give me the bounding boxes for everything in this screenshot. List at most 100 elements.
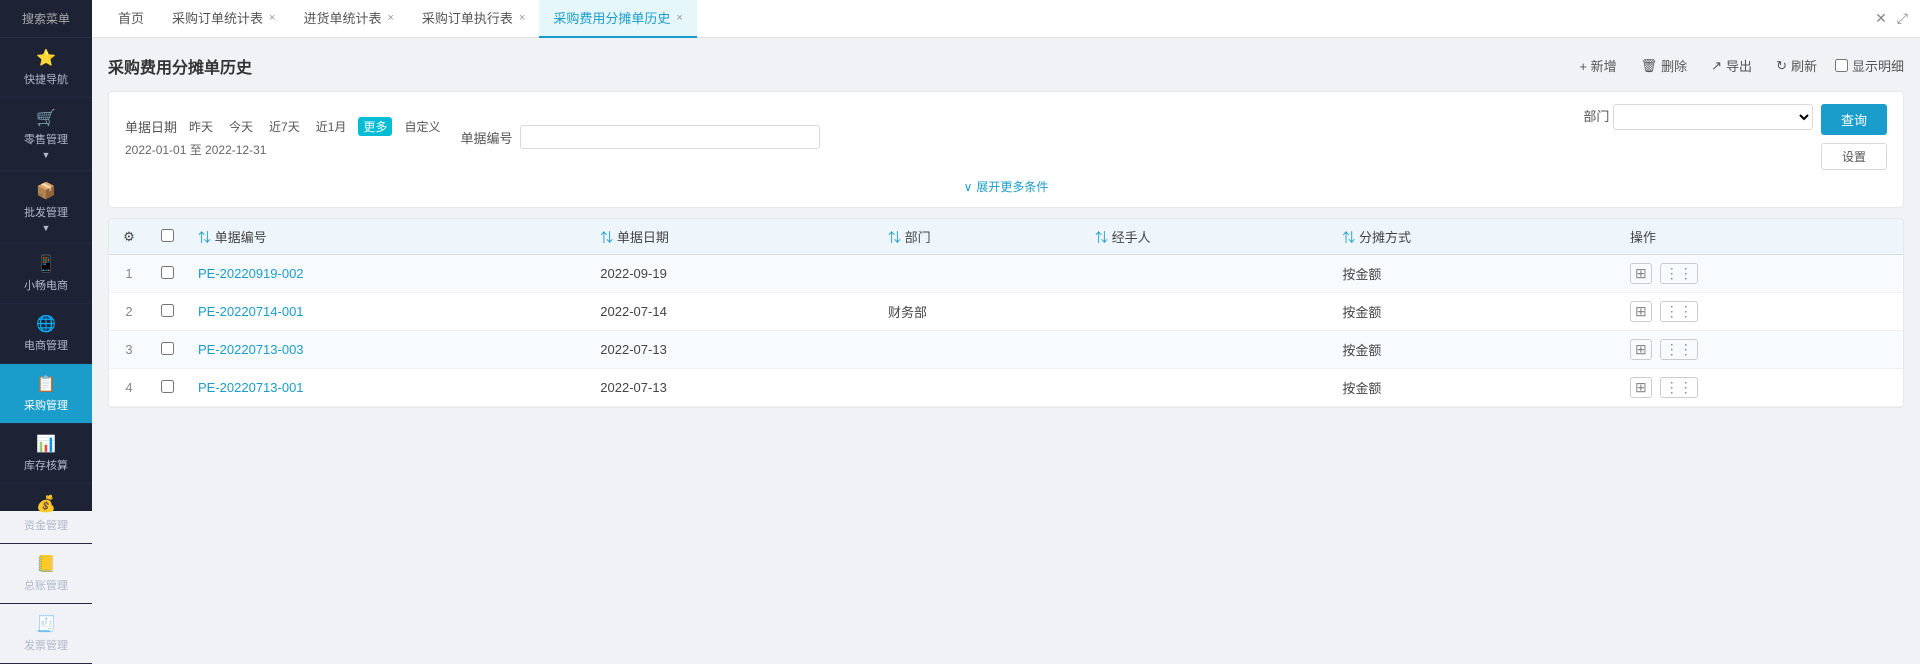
delete-button[interactable]: 🗑 删除: [1635, 52, 1694, 79]
filter-area: 单据日期 昨天 今天 近7天 近1月 更多 自定义 2022-01-01 至 2…: [108, 91, 1904, 208]
export-icon: ↗: [1711, 58, 1722, 74]
chevron-down-icon: ▼: [42, 150, 51, 160]
finance-icon: 💰: [36, 494, 56, 514]
page-header: 采购费用分摊单历史 + 新增 🗑 删除 ↗ 导出 ↻ 刷新 显示明细: [108, 52, 1904, 79]
date-sort-icon: ⇅: [600, 230, 613, 245]
action-icons-group: ⊞ ⋮⋮: [1630, 377, 1891, 398]
dept-label: 部门: [1583, 109, 1609, 124]
row-num: 2: [109, 293, 149, 331]
close-tab-purchase-fee-history[interactable]: ×: [676, 12, 682, 24]
doc-num-link[interactable]: PE-20220919-002: [198, 266, 304, 281]
row-dept: 财务部: [876, 293, 1083, 331]
close-tab-inbound-stats[interactable]: ×: [387, 12, 393, 24]
view-action-icon[interactable]: ⊞: [1630, 339, 1652, 360]
view-action-icon[interactable]: ⊞: [1630, 377, 1652, 398]
refresh-button[interactable]: ↻ 刷新: [1770, 52, 1823, 79]
expand-icon: ∨: [964, 180, 973, 194]
col-select-all: [149, 219, 186, 255]
row-doc-num: PE-20220713-001: [186, 369, 588, 407]
date-opt-7days[interactable]: 近7天: [265, 116, 304, 137]
table-row: 2 PE-20220714-001 2022-07-14 财务部 按金额 ⊞ ⋮…: [109, 293, 1903, 331]
row-checkbox[interactable]: [161, 342, 174, 355]
ecommerce-icon: 🌐: [36, 314, 56, 334]
action-icons-group: ⊞ ⋮⋮: [1630, 263, 1891, 284]
table-row: 4 PE-20220713-001 2022-07-13 按金额 ⊞ ⋮⋮: [109, 369, 1903, 407]
split-sort-icon: ⇅: [1342, 230, 1355, 245]
main-content: 首页 采购订单统计表 × 进货单统计表 × 采购订单执行表 × 采购费用分摊单历…: [92, 0, 1920, 511]
doc-num-link[interactable]: PE-20220714-001: [198, 304, 304, 319]
data-table: ⚙ ⇅ 单据编号 ⇅ 单据日期: [109, 219, 1903, 407]
sidebar-item-ledger[interactable]: 📒 总账管理: [0, 544, 92, 604]
doc-num-sort-icon: ⇅: [198, 230, 211, 245]
doc-num-link[interactable]: PE-20220713-001: [198, 380, 304, 395]
expand-window-icon[interactable]: ⤢: [1897, 10, 1908, 27]
tab-bar-actions: ✕ ⤢: [1875, 10, 1908, 27]
more-action-icon[interactable]: ⋮⋮: [1660, 377, 1698, 398]
more-action-icon[interactable]: ⋮⋮: [1660, 339, 1698, 360]
right-filter-group: 部门 财务部 查询 设置: [1583, 104, 1887, 170]
date-opt-custom[interactable]: 自定义: [400, 116, 444, 137]
sidebar-item-purchase[interactable]: 📋 采购管理: [0, 364, 92, 424]
wholesale-icon: 📦: [36, 181, 56, 201]
sidebar-item-wholesale[interactable]: 📦 批发管理 ▼: [0, 171, 92, 244]
toolbar: + 新增 🗑 删除 ↗ 导出 ↻ 刷新 显示明细: [1573, 52, 1904, 79]
col-split-method: ⇅ 分摊方式: [1330, 219, 1618, 255]
tab-inbound-stats[interactable]: 进货单统计表 ×: [289, 0, 407, 38]
table-row: 3 PE-20220713-003 2022-07-13 按金额 ⊞ ⋮⋮: [109, 331, 1903, 369]
more-action-icon[interactable]: ⋮⋮: [1660, 301, 1698, 322]
view-action-icon[interactable]: ⊞: [1630, 301, 1652, 322]
tab-home[interactable]: 首页: [104, 0, 158, 38]
sidebar-item-ecommerce-small[interactable]: 📱 小畅电商: [0, 244, 92, 304]
date-opt-1month[interactable]: 近1月: [312, 116, 351, 137]
row-handler: [1083, 293, 1330, 331]
row-checkbox[interactable]: [161, 266, 174, 279]
close-tab-purchase-order-exec[interactable]: ×: [519, 12, 525, 24]
sidebar-item-finance[interactable]: 💰 资金管理: [0, 484, 92, 544]
row-checkbox[interactable]: [161, 304, 174, 317]
doc-num-input[interactable]: [520, 125, 820, 149]
view-action-icon[interactable]: ⊞: [1630, 263, 1652, 284]
show-cols-checkbox-group: 显示明细: [1835, 56, 1904, 75]
inventory-icon: 📊: [36, 434, 56, 454]
date-range-display: 2022-01-01 至 2022-12-31: [125, 141, 444, 158]
expand-conditions-btn[interactable]: ∨ 展开更多条件: [964, 178, 1049, 195]
sidebar-item-inventory[interactable]: 📊 库存核算: [0, 424, 92, 484]
select-all-checkbox[interactable]: [161, 229, 174, 242]
date-opt-yesterday[interactable]: 昨天: [185, 116, 217, 137]
dept-filter-group: 部门 财务部: [1583, 104, 1813, 130]
dept-select[interactable]: 财务部: [1613, 104, 1813, 130]
query-button[interactable]: 查询: [1821, 104, 1887, 135]
row-num: 3: [109, 331, 149, 369]
row-checkbox[interactable]: [161, 380, 174, 393]
close-window-icon[interactable]: ✕: [1875, 10, 1887, 27]
tab-purchase-fee-history[interactable]: 采购费用分摊单历史 ×: [539, 0, 696, 38]
settings-button[interactable]: 设置: [1821, 143, 1887, 170]
row-date: 2022-07-13: [588, 331, 876, 369]
row-split-method: 按金额: [1330, 331, 1618, 369]
row-actions: ⊞ ⋮⋮: [1618, 331, 1903, 369]
show-cols-checkbox[interactable]: [1835, 59, 1848, 72]
purchase-icon: 📋: [36, 374, 56, 394]
row-split-method: 按金额: [1330, 369, 1618, 407]
invoice-icon: 🧾: [36, 614, 56, 634]
handler-sort-icon: ⇅: [1095, 230, 1108, 245]
page-content: 采购费用分摊单历史 + 新增 🗑 删除 ↗ 导出 ↻ 刷新 显示明细: [92, 38, 1920, 511]
settings-icon[interactable]: ⚙: [123, 229, 135, 244]
doc-num-link[interactable]: PE-20220713-003: [198, 342, 304, 357]
sidebar-item-invoice[interactable]: 🧾 发票管理: [0, 604, 92, 664]
add-button[interactable]: + 新增: [1573, 52, 1622, 79]
date-opt-today[interactable]: 今天: [225, 116, 257, 137]
sidebar-item-nav[interactable]: ⭐ 快捷导航: [0, 38, 92, 98]
export-button[interactable]: ↗ 导出: [1705, 52, 1758, 79]
action-icons-group: ⊞ ⋮⋮: [1630, 301, 1891, 322]
tab-purchase-order-exec[interactable]: 采购订单执行表 ×: [408, 0, 539, 38]
more-action-icon[interactable]: ⋮⋮: [1660, 263, 1698, 284]
row-handler: [1083, 255, 1330, 293]
sidebar-search[interactable]: 搜索菜单: [0, 0, 92, 38]
row-handler: [1083, 331, 1330, 369]
date-opt-more[interactable]: 更多: [358, 117, 392, 136]
sidebar-item-ecommerce[interactable]: 🌐 电商管理: [0, 304, 92, 364]
sidebar-item-retail[interactable]: 🛒 零售管理 ▼: [0, 98, 92, 171]
close-tab-purchase-order-stats[interactable]: ×: [269, 12, 275, 24]
tab-purchase-order-stats[interactable]: 采购订单统计表 ×: [158, 0, 289, 38]
